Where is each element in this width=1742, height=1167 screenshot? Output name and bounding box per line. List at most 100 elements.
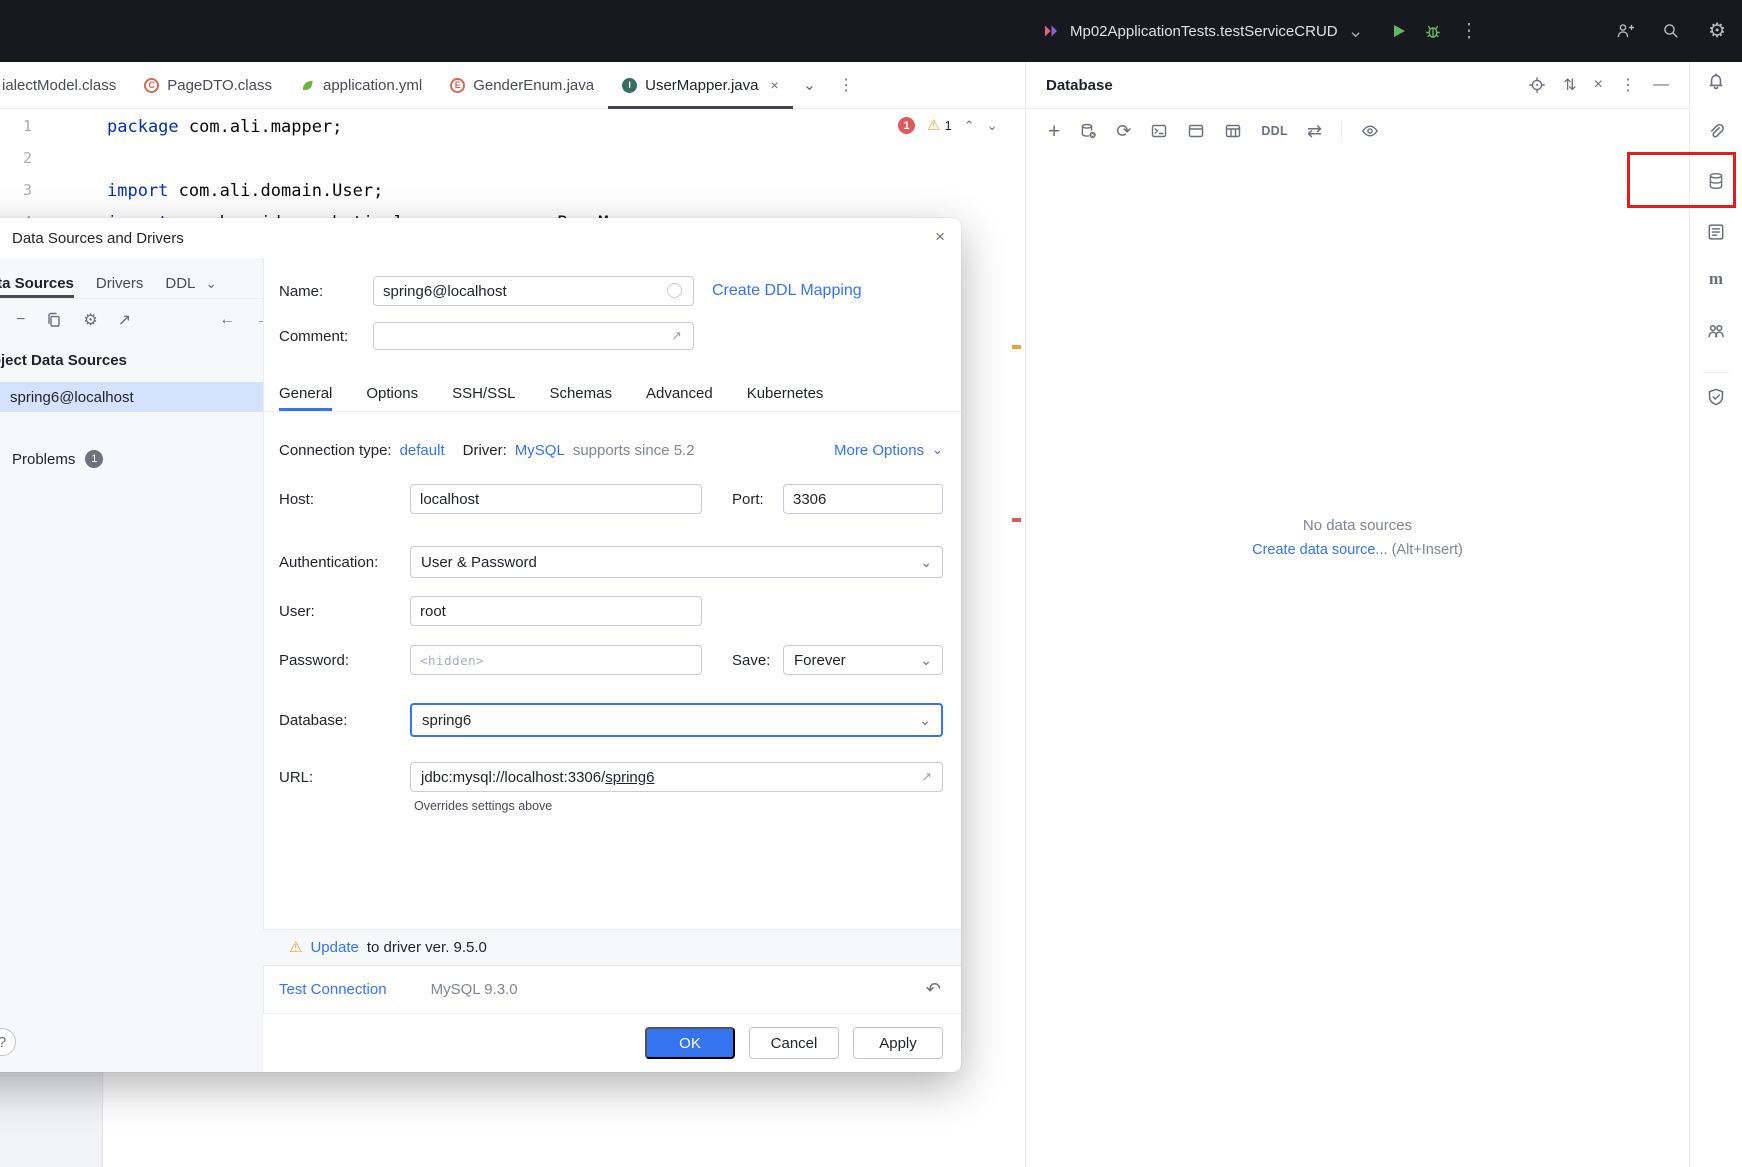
search-icon[interactable] (1662, 22, 1680, 40)
tab-ddl-mappings[interactable]: DDL Mappings (165, 268, 195, 298)
table-icon[interactable] (1224, 122, 1242, 140)
preview-eye-icon[interactable] (1361, 122, 1379, 140)
chevron-down-icon[interactable]: ⌄ (1348, 22, 1364, 41)
name-input[interactable] (373, 276, 694, 306)
hidden-tabs-chevron-icon[interactable]: ⌄ (803, 75, 816, 95)
expand-comment-icon[interactable]: ↗ (671, 328, 682, 344)
previous-problem-icon[interactable]: ⌃ (964, 119, 975, 132)
data-sources-dialog: Data Sources and Drivers × Data Sources … (0, 218, 961, 1072)
tab-pagedto[interactable]: C PageDTO.class (130, 62, 286, 108)
panel-title: Database (1046, 76, 1113, 94)
jump-to-console-icon[interactable] (1150, 122, 1168, 140)
problems-count-badge: 1 (85, 450, 104, 468)
test-connection-link[interactable]: Test Connection (279, 981, 387, 998)
update-driver-link[interactable]: Update (310, 939, 358, 956)
more-actions-icon[interactable]: ⋮ (1460, 22, 1479, 41)
compare-icon[interactable]: ⇄ (1307, 122, 1322, 140)
notifications-bell-icon[interactable] (1706, 71, 1726, 91)
connection-type-value[interactable]: default (400, 442, 445, 459)
beans-icon[interactable] (1706, 321, 1726, 341)
run-configuration[interactable]: Mp02ApplicationTests.testServiceCRUD (1070, 23, 1338, 40)
more-options-link[interactable]: More Options (834, 442, 924, 459)
url-label: URL: (279, 769, 314, 786)
remove-icon[interactable]: − (16, 311, 25, 329)
authentication-select[interactable]: User & Password ⌄ (410, 546, 943, 578)
undo-icon[interactable]: ↶ (926, 979, 941, 1000)
tab-general[interactable]: General (279, 376, 333, 411)
close-tab-icon[interactable]: × (771, 77, 779, 93)
minimize-icon[interactable]: — (1653, 76, 1669, 94)
next-problem-icon[interactable]: ⌄ (987, 119, 998, 132)
problems-section[interactable]: Problems 1 (12, 450, 104, 468)
paperclip-icon[interactable] (1706, 122, 1726, 142)
more-options-chevron-icon[interactable]: ⌄ (932, 442, 943, 458)
tab-application-yml[interactable]: application.yml (286, 62, 436, 108)
url-input[interactable]: jdbc:mysql://localhost:3306/spring6 ↗ (410, 762, 943, 792)
tab-kubernetes[interactable]: Kubernetes (747, 376, 824, 411)
expand-url-icon[interactable]: ↗ (921, 769, 932, 785)
tab-advanced[interactable]: Advanced (646, 376, 713, 411)
annotation-highlight-box (1627, 152, 1736, 208)
add-user-icon[interactable] (1616, 22, 1635, 40)
cancel-button[interactable]: Cancel (749, 1027, 839, 1059)
database-value: spring6 (422, 711, 472, 729)
tab-drivers[interactable]: Drivers (96, 268, 144, 298)
data-source-properties-icon[interactable] (1079, 122, 1097, 140)
ddl-button[interactable]: DDL (1261, 124, 1288, 138)
driver-value-link[interactable]: MySQL (515, 442, 565, 459)
project-data-sources-label: Project Data Sources (0, 352, 127, 369)
settings-gear-icon[interactable]: ⚙ (1708, 21, 1726, 41)
form-icon[interactable] (1706, 222, 1726, 242)
database-tool-window: Database ⇅ × ⋮ — + ⟳ DDL ⇄ No data sourc… (1026, 62, 1689, 1167)
save-select[interactable]: Forever ⌄ (783, 645, 943, 675)
data-source-name: spring6@localhost (10, 388, 134, 406)
chevron-down-icon: ⌄ (920, 652, 932, 668)
more-tabs-chevron-icon[interactable]: ⌄ (205, 268, 217, 298)
editor-tab-bar: ialectModel.class C PageDTO.class applic… (0, 62, 1025, 109)
duplicate-icon[interactable] (45, 311, 63, 329)
window-icon[interactable] (1187, 122, 1205, 140)
tab-data-sources[interactable]: Data Sources (0, 268, 74, 298)
tab-schemas[interactable]: Schemas (549, 376, 612, 411)
password-input[interactable] (410, 645, 702, 675)
options-kebab-icon[interactable]: ⋮ (1620, 75, 1636, 95)
host-input[interactable] (410, 484, 702, 514)
error-count-badge[interactable]: 1 (898, 117, 915, 134)
expand-collapse-icon[interactable]: ⇅ (1563, 75, 1576, 95)
database-select[interactable]: spring6 ⌄ (410, 703, 943, 737)
export-icon[interactable]: ↗ (118, 310, 131, 330)
dialog-close-icon[interactable]: × (935, 227, 945, 247)
refresh-icon[interactable]: ⟳ (1116, 122, 1131, 140)
tab-options[interactable]: Options (366, 376, 418, 411)
data-source-item-selected[interactable]: spring6@localhost (0, 382, 263, 412)
close-icon[interactable]: × (1594, 76, 1603, 94)
dialog-titlebar[interactable]: Data Sources and Drivers × (0, 218, 961, 258)
warning-icon: ⚠ (927, 117, 941, 134)
shield-icon[interactable] (1706, 387, 1726, 407)
comment-input[interactable] (373, 322, 694, 350)
locate-icon[interactable] (1528, 76, 1546, 94)
add-data-source-icon[interactable]: + (1048, 121, 1060, 142)
debug-button[interactable] (1424, 22, 1442, 40)
database-empty-state: No data sources Create data source... (A… (1026, 517, 1689, 558)
tab-ssh-ssl[interactable]: SSH/SSL (452, 376, 515, 411)
tab-dialectmodel[interactable]: ialectModel.class (0, 62, 130, 108)
maven-icon[interactable]: m (1709, 269, 1723, 289)
create-ddl-mapping-link[interactable]: Create DDL Mapping (712, 276, 862, 306)
database-header: Database ⇅ × ⋮ — (1026, 62, 1689, 109)
back-icon[interactable]: ← (219, 311, 235, 329)
create-data-source-link[interactable]: Create data source... (1252, 542, 1387, 558)
user-input[interactable] (410, 596, 702, 626)
tab-usermapper[interactable]: I UserMapper.java × (608, 62, 793, 109)
inspections-widget[interactable]: 1 ⚠ 1 ⌃ ⌄ (898, 117, 998, 134)
tab-genderenum[interactable]: E GenderEnum.java (436, 62, 608, 108)
warning-count-badge[interactable]: ⚠ 1 (927, 118, 952, 133)
ok-button[interactable]: OK (645, 1027, 735, 1059)
host-row: Host: Port: (263, 482, 961, 516)
strip-divider (1703, 372, 1729, 373)
tab-options-kebab-icon[interactable]: ⋮ (838, 75, 854, 95)
apply-button[interactable]: Apply (853, 1027, 943, 1059)
port-input[interactable] (783, 484, 943, 514)
gear-icon[interactable]: ⚙ (83, 310, 97, 330)
run-button[interactable] (1390, 22, 1408, 40)
